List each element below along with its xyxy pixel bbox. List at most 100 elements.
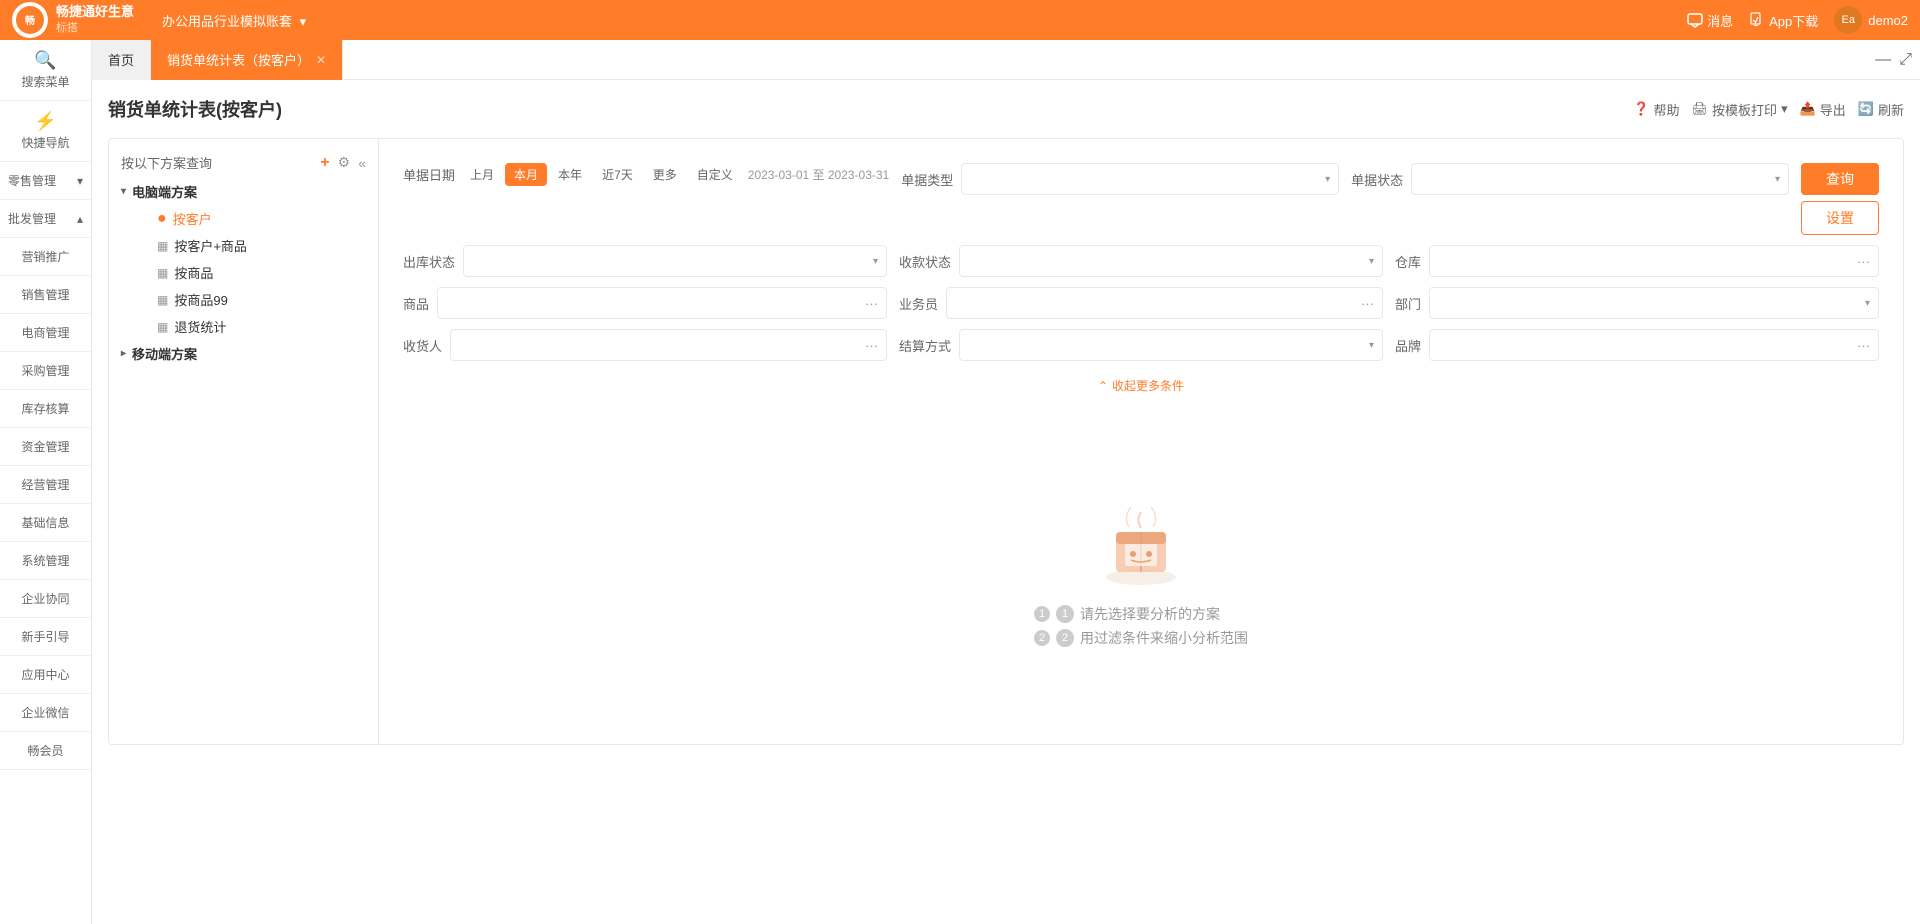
refresh-btn[interactable]: 🔄 刷新	[1858, 100, 1904, 119]
minimize-icon[interactable]: —	[1875, 51, 1891, 69]
warehouse-select[interactable]: ···	[1429, 245, 1879, 277]
filter-row-1: 单据日期 上月 本月 本年 近7天 更多 自定义	[403, 163, 1879, 235]
quicknav-icon: ⚡	[4, 111, 87, 132]
payment-method-select[interactable]: ▾	[959, 329, 1383, 361]
page-inner: 销货单统计表(按客户) ❓ 帮助 🖨 按模板打印 ▾	[92, 80, 1920, 924]
collapse-panel-icon[interactable]: «	[358, 155, 366, 171]
salesman-select[interactable]: ···	[946, 287, 1383, 319]
tree-node-pc[interactable]: ▾ 电脑端方案	[109, 178, 378, 205]
tree-expand-icon: ▾	[121, 186, 126, 197]
out-status-arrow-icon: ▾	[873, 256, 878, 267]
filter-row-3: 商品 ··· 业务员	[403, 287, 1879, 319]
tree-child-customer[interactable]: ● 按客户	[109, 205, 378, 232]
help-btn[interactable]: ❓ 帮助	[1633, 100, 1679, 119]
empty-hints: 1 请先选择要分析的方案 2 用过滤条件来缩小分析范围	[1034, 604, 1248, 652]
app-download-btn[interactable]: App下载	[1749, 11, 1818, 30]
sidebar-item-finance[interactable]: 资金管理	[0, 428, 91, 466]
main-area: 🔍 搜索菜单 ⚡ 快捷导航 零售管理 ▾ 批发管理 ▴ 营销推广 销售管理	[0, 40, 1920, 924]
date-btn-more[interactable]: 更多	[644, 163, 686, 186]
user-menu[interactable]: Ea demo2	[1834, 6, 1908, 34]
customer-active-icon: ●	[157, 210, 167, 228]
date-btn-this-year[interactable]: 本年	[549, 163, 591, 186]
filter-receiver: 收货人 ···	[403, 329, 887, 361]
filter-payment-status: 收款状态 ▾	[899, 245, 1383, 277]
brand-select[interactable]: ···	[1429, 329, 1879, 361]
sidebar-item-quicknav[interactable]: ⚡ 快捷导航	[0, 101, 91, 162]
right-panel: 单据日期 上月 本月 本年 近7天 更多 自定义	[379, 139, 1903, 744]
tree-child-goods99[interactable]: ▦ 按商品99	[109, 286, 378, 313]
goods-select[interactable]: ···	[437, 287, 887, 319]
tree-child-customer-goods[interactable]: ▦ 按客户+商品	[109, 232, 378, 259]
sidebar-item-apps[interactable]: 应用中心	[0, 656, 91, 694]
receiver-select[interactable]: ···	[450, 329, 887, 361]
tree-node-mobile[interactable]: ▸ 移动端方案	[109, 340, 378, 367]
dept-select[interactable]: ▾	[1429, 287, 1879, 319]
doc-type-select[interactable]: ▾	[961, 163, 1339, 195]
empty-illustration	[1081, 492, 1201, 592]
sidebar-item-search[interactable]: 🔍 搜索菜单	[0, 40, 91, 101]
date-btn-7days[interactable]: 近7天	[593, 163, 642, 186]
payment-status-select[interactable]: ▾	[959, 245, 1383, 277]
empty-hint-1: 1 请先选择要分析的方案	[1034, 604, 1248, 624]
sidebar-item-ecommerce[interactable]: 电商管理	[0, 314, 91, 352]
filter-goods: 商品 ···	[403, 287, 887, 319]
sidebar-item-sales[interactable]: 销售管理	[0, 276, 91, 314]
maximize-icon[interactable]: ⤢	[1899, 51, 1912, 69]
filter-warehouse: 仓库 ···	[1395, 245, 1879, 277]
help-icon: ❓	[1633, 101, 1649, 117]
date-btn-last-month[interactable]: 上月	[461, 163, 503, 186]
company-select[interactable]: 办公用品行业模拟账套 ▾	[162, 11, 306, 30]
content-area: 首页 销货单统计表（按客户） ✕ — ⤢ 销货单统计表(按客户)	[92, 40, 1920, 924]
filter-row-4: 收货人 ··· 结算方式	[403, 329, 1879, 361]
sidebar: 🔍 搜索菜单 ⚡ 快捷导航 零售管理 ▾ 批发管理 ▴ 营销推广 销售管理	[0, 40, 92, 924]
sidebar-item-marketing[interactable]: 营销推广	[0, 238, 91, 276]
content-layout: 按以下方案查询 + ⚙ « ▾ 电脑端方案	[108, 138, 1904, 745]
payment-status-arrow-icon: ▾	[1369, 256, 1374, 267]
sidebar-item-purchase[interactable]: 采购管理	[0, 352, 91, 390]
print-icon: 🖨	[1692, 101, 1709, 117]
export-btn[interactable]: 📤 导出	[1800, 100, 1846, 119]
out-status-select[interactable]: ▾	[463, 245, 887, 277]
salesman-dots-icon: ···	[1361, 296, 1374, 311]
sidebar-item-basic[interactable]: 基础信息	[0, 504, 91, 542]
tree-child-return[interactable]: ▦ 退货统计	[109, 313, 378, 340]
doc-type-arrow-icon: ▾	[1325, 174, 1330, 185]
message-btn[interactable]: 消息	[1687, 11, 1733, 30]
collapse-up-icon: ⌃	[1098, 379, 1108, 393]
sidebar-item-wholesale[interactable]: 批发管理 ▴	[0, 200, 91, 238]
sidebar-item-newuser[interactable]: 新手引导	[0, 618, 91, 656]
tree-child-goods[interactable]: ▦ 按商品	[109, 259, 378, 286]
filter-section: 单据日期 上月 本月 本年 近7天 更多 自定义	[391, 151, 1891, 412]
sidebar-item-enterprise[interactable]: 企业协同	[0, 580, 91, 618]
filter-brand: 品牌 ···	[1395, 329, 1879, 361]
refresh-icon: 🔄	[1858, 101, 1874, 117]
sidebar-item-operations[interactable]: 经营管理	[0, 466, 91, 504]
date-btn-custom[interactable]: 自定义	[688, 163, 742, 186]
left-panel-icons: + ⚙ «	[320, 154, 366, 172]
collapse-filters-btn[interactable]: ⌃ 收起更多条件	[403, 371, 1879, 400]
tab-home[interactable]: 首页	[92, 40, 151, 80]
sidebar-item-system[interactable]: 系统管理	[0, 542, 91, 580]
scheme-settings-icon[interactable]: ⚙	[338, 154, 351, 171]
date-btn-this-month[interactable]: 本月	[505, 163, 547, 186]
tab-close-btn[interactable]: ✕	[316, 53, 326, 67]
date-range-text: 2023-03-01 至 2023-03-31	[748, 166, 889, 183]
filter-payment-method: 结算方式 ▾	[899, 329, 1383, 361]
settings-button[interactable]: 设置	[1801, 201, 1879, 235]
tab-sales-stats[interactable]: 销货单统计表（按客户） ✕	[151, 40, 343, 80]
query-button[interactable]: 查询	[1801, 163, 1879, 195]
doc-status-select[interactable]: ▾	[1411, 163, 1789, 195]
filter-row-2: 出库状态 ▾ 收款状态	[403, 245, 1879, 277]
export-icon: 📤	[1800, 101, 1816, 117]
sidebar-item-member[interactable]: 畅会员	[0, 732, 91, 770]
sidebar-item-wechat[interactable]: 企业微信	[0, 694, 91, 732]
chevron-down-icon: ▾	[77, 174, 83, 188]
page-header: 销货单统计表(按客户) ❓ 帮助 🖨 按模板打印 ▾	[108, 96, 1904, 122]
page-content: 销货单统计表(按客户) ❓ 帮助 🖨 按模板打印 ▾	[92, 80, 1920, 924]
sidebar-item-retail[interactable]: 零售管理 ▾	[0, 162, 91, 200]
sidebar-item-inventory[interactable]: 库存核算	[0, 390, 91, 428]
add-scheme-btn[interactable]: +	[320, 154, 329, 172]
print-btn[interactable]: 🖨 按模板打印 ▾	[1692, 100, 1788, 119]
app-logo: 畅	[12, 2, 48, 38]
filter-date-item: 单据日期 上月 本月 本年 近7天 更多 自定义	[403, 163, 889, 186]
